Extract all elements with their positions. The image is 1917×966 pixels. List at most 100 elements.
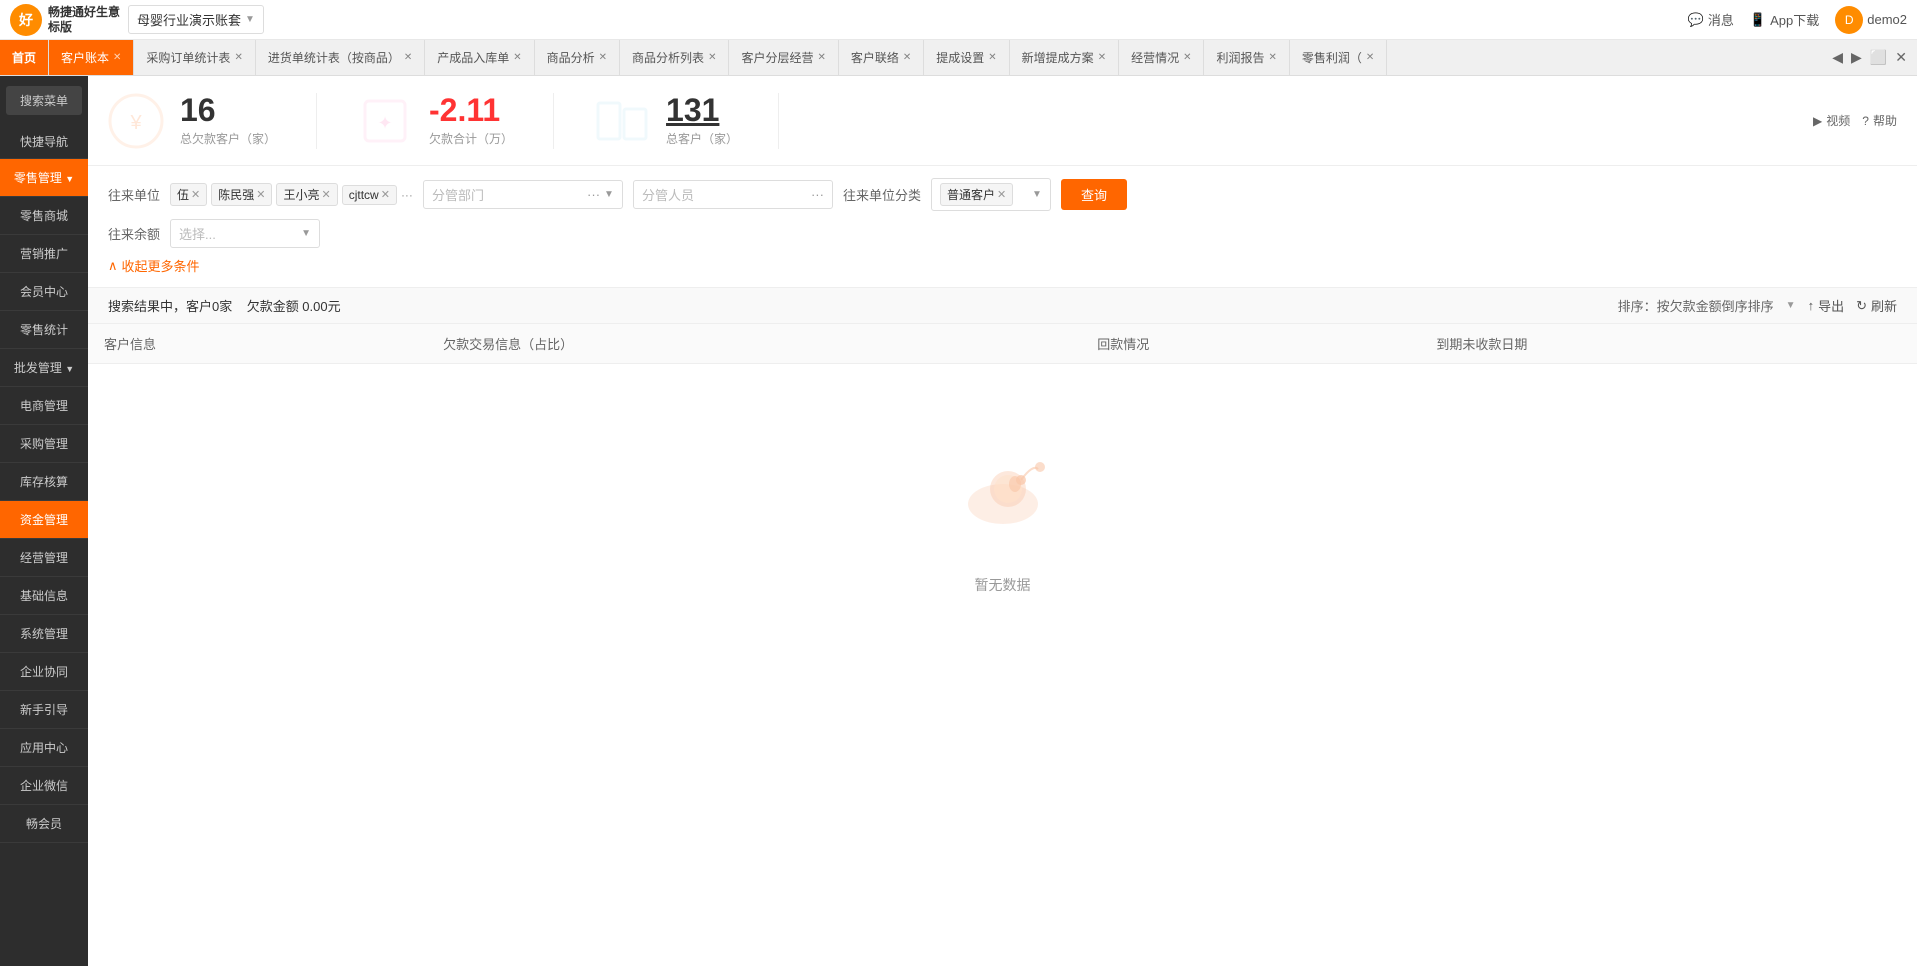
dept-selector[interactable]: 分管部门 ··· ▼ <box>423 180 623 209</box>
sort-label: 排序：按欠款金额倒序排序 <box>1618 296 1774 315</box>
sidebar-item-retail-mgmt[interactable]: 零售管理 ▼ <box>0 159 88 197</box>
header-left: 好 畅捷通好生意 标版 母婴行业演示账套 ▼ <box>10 4 264 36</box>
tab-close-retail-profit[interactable]: ✕ <box>1366 52 1374 63</box>
tab-close-purchase-order[interactable]: ✕ <box>234 52 242 63</box>
sidebar-item-sys-mgmt[interactable]: 系统管理 <box>0 615 88 653</box>
balance-chevron-icon: ▼ <box>301 228 311 239</box>
dept-more-icon: ··· <box>587 187 600 202</box>
tab-retail-profit[interactable]: 零售利润（ ✕ <box>1290 40 1387 76</box>
sidebar-item-vip-member[interactable]: 畅会员 <box>0 805 88 843</box>
sidebar-item-marketing[interactable]: 营销推广 <box>0 235 88 273</box>
sidebar-item-retail-mall[interactable]: 零售商城 <box>0 197 88 235</box>
sidebar-item-member[interactable]: 会员中心 <box>0 273 88 311</box>
tab-next-button[interactable]: ▶ <box>1849 47 1864 68</box>
chevron-down-icon: ▼ <box>65 174 74 184</box>
sidebar: 搜索菜单 快捷导航 零售管理 ▼ 零售商城 营销推广 会员中心 零售统计 批发管… <box>0 76 88 966</box>
tab-promo-settings[interactable]: 提成设置 ✕ <box>924 40 1009 76</box>
stat-icon-total <box>594 93 650 149</box>
sidebar-quick-nav[interactable]: 快捷导航 <box>0 125 88 159</box>
tab-customer-contact[interactable]: 客户联络 ✕ <box>839 40 924 76</box>
sidebar-item-enterprise[interactable]: 企业协同 <box>0 653 88 691</box>
export-button[interactable]: ↑ 导出 <box>1808 296 1845 315</box>
tab-product-inbound[interactable]: 产成品入库单 ✕ <box>425 40 534 76</box>
sidebar-item-inventory[interactable]: 库存核算 <box>0 463 88 501</box>
tab-new-promo[interactable]: 新增提成方案 ✕ <box>1010 40 1119 76</box>
tab-home[interactable]: 首页 <box>0 40 49 76</box>
sidebar-item-enterprise-wechat[interactable]: 企业微信 <box>0 767 88 805</box>
stat-info-customers: 16 总欠款客户（家） <box>180 94 276 147</box>
content-area: ¥ 16 总欠款客户（家） ✦ -2.11 欠款合计（ <box>88 76 1917 966</box>
filter-tag-wu: 伍 ✕ <box>170 183 207 206</box>
remove-tag-wu[interactable]: ✕ <box>191 188 200 201</box>
empty-icon <box>953 444 1053 563</box>
sidebar-item-ops-mgmt[interactable]: 经营管理 <box>0 539 88 577</box>
tab-close-customer-contact[interactable]: ✕ <box>903 52 911 63</box>
tab-close-customer-cost[interactable]: ✕ <box>113 52 121 63</box>
refresh-icon: ↻ <box>1856 298 1867 314</box>
tab-product-analysis[interactable]: 商品分析 ✕ <box>535 40 620 76</box>
tab-close-ops-situation[interactable]: ✕ <box>1183 52 1191 63</box>
person-selector[interactable]: 分管人员 ··· <box>633 180 833 209</box>
tab-close-new-promo[interactable]: ✕ <box>1098 52 1106 63</box>
sidebar-item-basic-info[interactable]: 基础信息 <box>0 577 88 615</box>
unit-type-chevron-icon: ▼ <box>1032 189 1042 200</box>
tab-close-customer-tier[interactable]: ✕ <box>817 52 825 63</box>
tab-profit-report[interactable]: 利润报告 ✕ <box>1204 40 1289 76</box>
logo-icon: 好 <box>10 4 42 36</box>
tab-customer-cost[interactable]: 客户账本 ✕ <box>49 40 134 76</box>
tab-product-analysis-list[interactable]: 商品分析列表 ✕ <box>620 40 729 76</box>
stat-label-debt: 欠款合计（万） <box>429 130 513 147</box>
collapse-button[interactable]: ∧ 收起更多条件 <box>108 256 1897 275</box>
sidebar-item-retail-stats[interactable]: 零售统计 <box>0 311 88 349</box>
query-button[interactable]: 查询 <box>1061 179 1127 210</box>
balance-selector[interactable]: 选择... ▼ <box>170 219 320 248</box>
header-right: 💬 消息 📱 App下载 D demo2 <box>1688 6 1907 34</box>
remove-tag-cjttcw[interactable]: ✕ <box>381 188 390 201</box>
col-customer-info: 客户信息 <box>88 324 427 364</box>
user-menu[interactable]: D demo2 <box>1835 6 1907 34</box>
sidebar-item-new-guide[interactable]: 新手引导 <box>0 691 88 729</box>
search-menu-button[interactable]: 搜索菜单 <box>6 86 82 115</box>
app-download-button[interactable]: 📱 App下载 <box>1750 10 1819 29</box>
help-button[interactable]: ? 帮助 <box>1862 112 1897 129</box>
tab-maximize-button[interactable]: ⬜ <box>1868 47 1889 68</box>
person-more-icon: ··· <box>811 187 824 202</box>
remove-unit-type-tag[interactable]: ✕ <box>997 188 1006 201</box>
refresh-button[interactable]: ↻ 刷新 <box>1856 296 1897 315</box>
tab-close-inbound-stats[interactable]: ✕ <box>404 52 412 63</box>
unit-type-selector[interactable]: 普通客户 ✕ ▼ <box>931 178 1051 211</box>
export-icon: ↑ <box>1808 298 1815 313</box>
tab-close-product-analysis[interactable]: ✕ <box>599 52 607 63</box>
tab-close-promo-settings[interactable]: ✕ <box>988 52 996 63</box>
more-tags-button[interactable]: ··· <box>401 188 413 202</box>
tab-prev-button[interactable]: ◀ <box>1830 47 1845 68</box>
filter-unit-label: 往来单位 <box>108 185 160 204</box>
sidebar-item-ecommerce[interactable]: 电商管理 <box>0 387 88 425</box>
remove-tag-chen[interactable]: ✕ <box>256 188 265 201</box>
tab-close-profit-report[interactable]: ✕ <box>1269 52 1277 63</box>
tab-ops-situation[interactable]: 经营情况 ✕ <box>1119 40 1204 76</box>
video-help-button[interactable]: ▶ 视频 <box>1813 112 1850 129</box>
remove-tag-wang[interactable]: ✕ <box>322 188 331 201</box>
tab-purchase-order[interactable]: 采购订单统计表 ✕ <box>134 40 255 76</box>
tab-inbound-stats[interactable]: 进货单统计表（按商品） ✕ <box>256 40 425 76</box>
sidebar-item-app-center[interactable]: 应用中心 <box>0 729 88 767</box>
result-info: 搜索结果中，客户0家 欠款金额 0.00元 <box>108 296 341 315</box>
sidebar-item-purchase-mgmt[interactable]: 采购管理 <box>0 425 88 463</box>
sidebar-item-wholesale-mgmt[interactable]: 批发管理 ▼ <box>0 349 88 387</box>
data-table: 客户信息 欠款交易信息（占比） 回款情况 到期未收款日期 <box>88 324 1917 364</box>
stat-icon-customers: ¥ <box>108 93 164 149</box>
stat-icon-debt: ✦ <box>357 93 413 149</box>
message-button[interactable]: 💬 消息 <box>1688 10 1734 29</box>
store-selector[interactable]: 母婴行业演示账套 ▼ <box>128 5 264 34</box>
filter-tags-area: 伍 ✕ 陈民强 ✕ 王小亮 ✕ cjttcw ✕ ··· <box>170 183 413 206</box>
svg-text:¥: ¥ <box>129 112 142 134</box>
stat-label-total: 总客户（家） <box>666 130 738 147</box>
tab-close-product-analysis-list[interactable]: ✕ <box>708 52 716 63</box>
tab-customer-tier[interactable]: 客户分层经营 ✕ <box>729 40 838 76</box>
tab-close-product-inbound[interactable]: ✕ <box>513 52 521 63</box>
stat-info-total: 131 总客户（家） <box>666 94 738 147</box>
sidebar-item-finance-mgmt[interactable]: 资金管理 <box>0 501 88 539</box>
col-repayment: 回款情况 <box>1081 324 1420 364</box>
tab-close-all-button[interactable]: ✕ <box>1893 47 1909 68</box>
